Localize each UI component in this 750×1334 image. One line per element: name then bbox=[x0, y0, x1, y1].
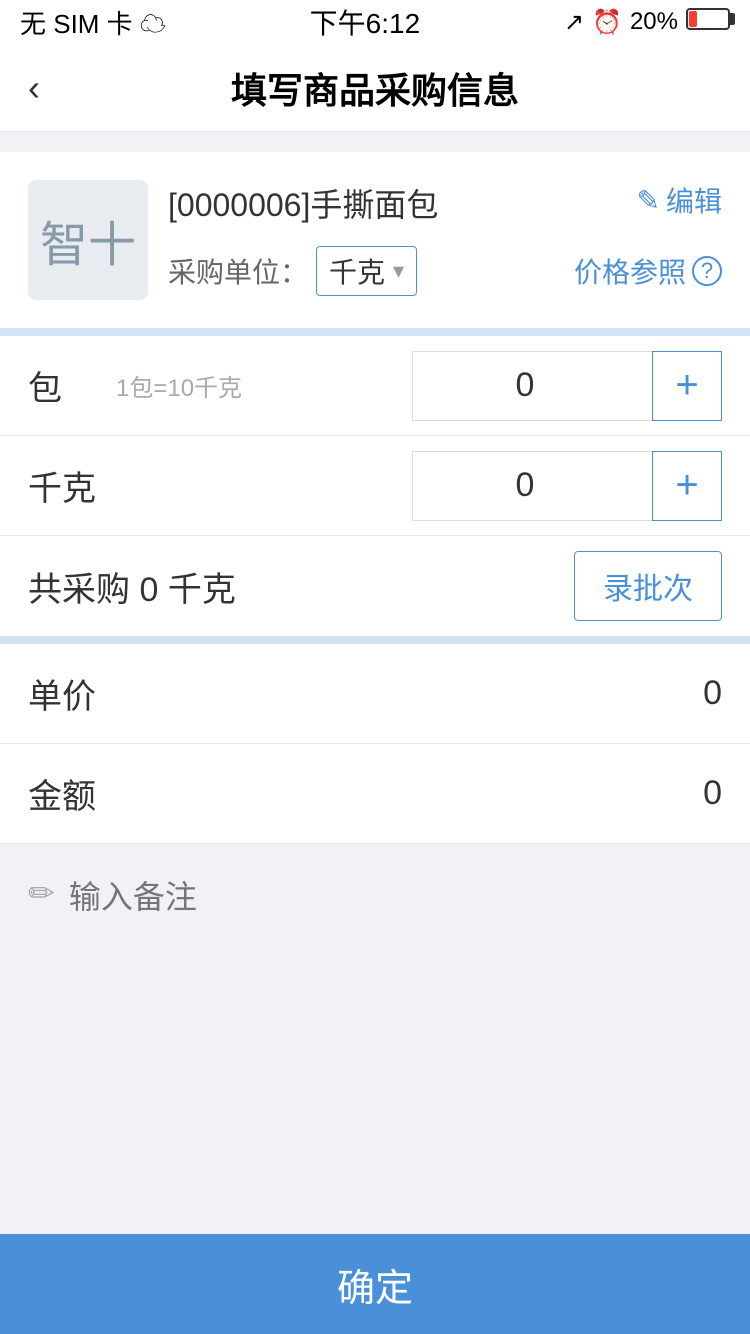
kg-input-wrap: + bbox=[412, 451, 722, 521]
summary-unit: 千克 bbox=[168, 571, 236, 609]
status-left: 无 SIM 卡 ☁ bbox=[20, 4, 166, 41]
summary-amount: 0 bbox=[139, 571, 158, 609]
blue-separator-2 bbox=[0, 636, 750, 644]
product-card: 智十 [0000006]手撕面包 ✎ 编辑 采购单位： 千克 ▾ bbox=[0, 152, 750, 328]
status-right: ↗ ⏰ 20% bbox=[564, 8, 730, 37]
top-divider bbox=[0, 132, 750, 152]
amount-row: 金额 0 bbox=[0, 744, 750, 844]
amount-value: 0 bbox=[703, 774, 722, 813]
edit-icon: ✎ bbox=[637, 184, 660, 217]
nav-bar: ‹ 填写商品采购信息 bbox=[0, 44, 750, 132]
confirm-label: 确定 bbox=[337, 1257, 413, 1312]
battery-icon bbox=[686, 8, 730, 37]
edit-button[interactable]: ✎ 编辑 bbox=[637, 180, 722, 220]
unit-value: 千克 bbox=[329, 251, 385, 291]
page-title: 填写商品采购信息 bbox=[231, 62, 519, 114]
product-name: [0000006]手撕面包 bbox=[168, 180, 637, 226]
summary-text: 共采购 0 千克 bbox=[28, 562, 236, 611]
unit-price-label: 单价 bbox=[28, 669, 96, 718]
price-ref-label: 价格参照 bbox=[574, 251, 686, 291]
location-icon: ↗ bbox=[564, 8, 584, 37]
back-button[interactable]: ‹ bbox=[28, 67, 40, 109]
input-section: 包 1包=10千克 + 千克 + bbox=[0, 336, 750, 536]
note-input[interactable] bbox=[69, 872, 722, 983]
record-batch-button[interactable]: 录批次 bbox=[574, 551, 722, 621]
bao-row: 包 1包=10千克 + bbox=[0, 336, 750, 436]
product-title: 手撕面包 bbox=[310, 187, 438, 223]
edit-label: 编辑 bbox=[666, 180, 722, 220]
kg-row: 千克 + bbox=[0, 436, 750, 536]
product-header: [0000006]手撕面包 ✎ 编辑 bbox=[168, 180, 722, 226]
blue-separator bbox=[0, 328, 750, 336]
kg-input[interactable] bbox=[412, 451, 652, 521]
product-code: [0000006] bbox=[168, 187, 310, 223]
no-sim-label: 无 SIM 卡 ☁ bbox=[20, 4, 166, 41]
status-time: 下午6:12 bbox=[310, 2, 421, 42]
alarm-icon: ⏰ bbox=[592, 8, 622, 37]
price-ref-button[interactable]: 价格参照 ? bbox=[574, 251, 722, 291]
confirm-button[interactable]: 确定 bbox=[0, 1234, 750, 1334]
info-icon: ? bbox=[692, 256, 722, 286]
bao-label: 包 bbox=[28, 361, 108, 410]
bao-input[interactable] bbox=[412, 351, 652, 421]
product-logo: 智十 bbox=[40, 205, 136, 275]
battery-percent: 20% bbox=[630, 8, 678, 36]
unit-select[interactable]: 千克 ▾ bbox=[316, 246, 417, 296]
info-section: 单价 0 金额 0 bbox=[0, 644, 750, 844]
kg-plus-button[interactable]: + bbox=[652, 451, 722, 521]
bao-sublabel: 1包=10千克 bbox=[116, 368, 412, 403]
summary-row: 共采购 0 千克 录批次 bbox=[0, 536, 750, 636]
product-image: 智十 bbox=[28, 180, 148, 300]
product-info: [0000006]手撕面包 ✎ 编辑 采购单位： 千克 ▾ 价格参照 ? bbox=[168, 180, 722, 296]
unit-price-row: 单价 0 bbox=[0, 644, 750, 744]
bao-input-wrap: + bbox=[412, 351, 722, 421]
bao-plus-button[interactable]: + bbox=[652, 351, 722, 421]
pencil-icon: ✏ bbox=[28, 874, 55, 912]
unit-label: 采购单位： bbox=[168, 251, 308, 291]
status-bar: 无 SIM 卡 ☁ 下午6:12 ↗ ⏰ 20% bbox=[0, 0, 750, 44]
bottom-spacer bbox=[0, 1024, 750, 1234]
kg-label: 千克 bbox=[28, 461, 108, 510]
note-area: ✏ bbox=[0, 844, 750, 1024]
amount-label: 金额 bbox=[28, 769, 96, 818]
product-unit-row: 采购单位： 千克 ▾ 价格参照 ? bbox=[168, 246, 722, 296]
unit-price-value: 0 bbox=[703, 674, 722, 713]
chevron-down-icon: ▾ bbox=[393, 258, 404, 284]
